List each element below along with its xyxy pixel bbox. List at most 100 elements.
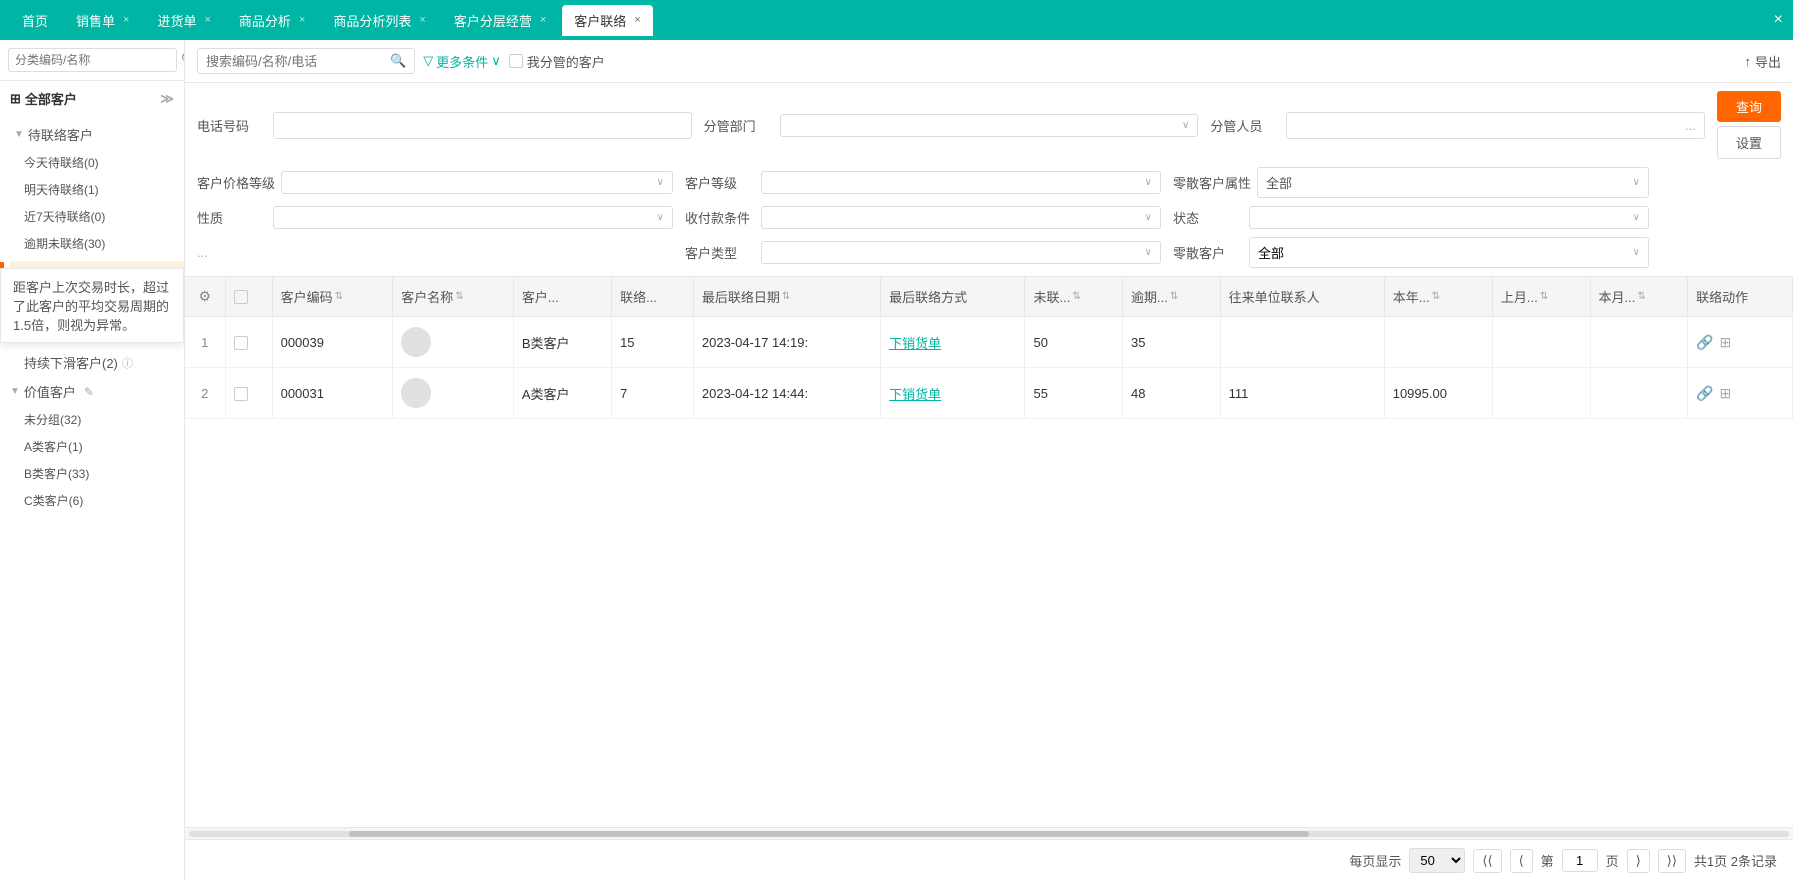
sidebar-item-declining[interactable]: 持续下滑客户(2) ⓘ — [0, 348, 184, 377]
sort-icon[interactable]: ⇅ — [335, 291, 343, 302]
page-size-select[interactable]: 50 100 200 — [1409, 848, 1465, 873]
col-this-year: 本年... ⇅ — [1384, 277, 1492, 317]
customer-level-select[interactable]: ∨ — [761, 171, 1161, 194]
filter-phone: 电话号码 — [197, 112, 692, 139]
sidebar-item-overdue[interactable]: 逾期未联络(30) — [0, 230, 184, 257]
checkbox-icon[interactable] — [509, 54, 523, 68]
page-input[interactable] — [1562, 849, 1598, 872]
close-icon[interactable]: × — [634, 14, 640, 26]
scatter-customer-select[interactable]: 全部 ∨ — [1249, 237, 1649, 268]
query-btn[interactable]: 查询 — [1717, 91, 1781, 122]
select-all-checkbox[interactable] — [234, 290, 248, 304]
first-page-btn[interactable]: ⟨⟨ — [1473, 849, 1501, 873]
sidebar-item-ungrouped[interactable]: 未分组(32) — [0, 406, 184, 433]
sidebar-item-today[interactable]: 今天待联络(0) — [0, 149, 184, 176]
customer-type-select[interactable]: ∨ — [761, 241, 1161, 264]
settings-btn[interactable]: 设置 — [1717, 126, 1781, 159]
price-level-select[interactable]: ∨ — [281, 171, 673, 194]
close-icon[interactable]: × — [540, 14, 546, 26]
sort-icon[interactable]: ⇅ — [1637, 291, 1645, 302]
manager-select[interactable]: ... — [1286, 112, 1705, 139]
grid-action-icon[interactable]: ⊞ — [1720, 334, 1732, 351]
row-checkbox-input[interactable] — [234, 336, 248, 350]
table-row: 2 000031 A类客户 7 2023-04-12 14:44: 下销货单 5… — [185, 368, 1793, 419]
pending-contact-title[interactable]: ▼ 待联络客户 — [0, 120, 184, 149]
col-last-contact-method: 最后联络方式 — [881, 277, 1025, 317]
row-unit-contact — [1220, 317, 1384, 368]
col-overdue: 逾期... ⇅ — [1123, 277, 1221, 317]
col-customer-code: 客户编码 ⇅ — [272, 277, 393, 317]
sort-icon[interactable]: ⇅ — [455, 291, 463, 302]
last-page-btn[interactable]: ⟩⟩ — [1658, 849, 1686, 873]
tab-sales[interactable]: 销售单 × — [64, 5, 141, 36]
sidebar-item-class-a[interactable]: A类客户(1) — [0, 433, 184, 460]
sidebar-item-class-b[interactable]: B类客户(33) — [0, 460, 184, 487]
row-this-month — [1590, 317, 1688, 368]
top-nav: 首页 销售单 × 进货单 × 商品分析 × 商品分析列表 × 客户分层经营 × … — [0, 0, 1793, 40]
chevron-down-icon: ∨ — [1182, 120, 1189, 131]
scatter-attr-select[interactable]: 全部 ∨ — [1257, 167, 1649, 198]
horizontal-scrollbar[interactable] — [185, 827, 1793, 839]
chevron-down-icon: ∨ — [1145, 247, 1152, 258]
filter-manager: 分管人员 ... — [1210, 112, 1705, 139]
next-page-btn[interactable]: ⟩ — [1627, 849, 1650, 873]
sidebar-item-class-c[interactable]: C类客户(6) — [0, 487, 184, 514]
sort-icon[interactable]: ⇅ — [1072, 291, 1080, 302]
tab-purchase[interactable]: 进货单 × — [145, 5, 222, 36]
row-overdue: 48 — [1123, 368, 1221, 419]
sidebar-search-icon[interactable]: 🔍 — [181, 52, 185, 68]
row-last-contact-method[interactable]: 下销货单 — [881, 368, 1025, 419]
phone-input[interactable] — [273, 112, 692, 139]
export-btn[interactable]: ↑ 导出 — [1744, 52, 1781, 71]
chevron-down-icon: ∨ — [491, 53, 501, 69]
settings-gear-icon[interactable]: ⚙ — [198, 288, 211, 304]
tab-product-analysis[interactable]: 商品分析 × — [227, 5, 317, 36]
search-input[interactable] — [206, 54, 386, 69]
row-last-contact-date: 2023-04-17 14:19: — [693, 317, 880, 368]
edit-icon[interactable]: ✎ — [84, 385, 94, 399]
search-icon[interactable]: 🔍 — [390, 53, 406, 69]
sort-icon[interactable]: ⇅ — [782, 291, 790, 302]
row-this-month — [1590, 368, 1688, 419]
sidebar-item-tomorrow[interactable]: 明天待联络(1) — [0, 176, 184, 203]
link-action-icon[interactable]: 🔗 — [1696, 334, 1713, 351]
more-conditions-btn[interactable]: ▽ 更多条件 ∨ — [423, 52, 501, 71]
close-icon[interactable]: × — [204, 14, 210, 26]
close-icon[interactable]: × — [299, 14, 305, 26]
more-dots[interactable]: ... — [197, 245, 208, 260]
sidebar-collapse-btn[interactable]: ≫ — [160, 91, 174, 107]
close-all-tabs[interactable]: × — [1774, 11, 1783, 29]
prev-page-btn[interactable]: ⟨ — [1510, 849, 1533, 873]
close-icon[interactable]: × — [123, 14, 129, 26]
col-contact-action: 联络动作 — [1688, 277, 1793, 317]
all-customers-header: ⊞ 全部客户 ≫ — [0, 81, 184, 116]
action-buttons: 🔗 ⊞ — [1696, 334, 1784, 351]
payment-select[interactable]: ∨ — [761, 206, 1161, 229]
link-action-icon[interactable]: 🔗 — [1696, 385, 1713, 402]
main-layout: 🔍 ⊞ 全部客户 ≫ ▼ 待联络客户 今天待联络(0) 明天待联络(1) 近7天… — [0, 40, 1793, 881]
nature-select[interactable]: ∨ — [273, 206, 673, 229]
close-icon[interactable]: × — [419, 14, 425, 26]
tooltip-box: 距客户上次交易时长，超过了此客户的平均交易周期的1.5倍，则视为异常。 — [0, 268, 184, 343]
sort-icon[interactable]: ⇅ — [1432, 291, 1440, 302]
my-customers-checkbox[interactable]: 我分管的客户 — [509, 52, 605, 71]
row-checkbox-input[interactable] — [234, 387, 248, 401]
row-contact: 15 — [612, 317, 694, 368]
sort-icon[interactable]: ⇅ — [1540, 291, 1548, 302]
tab-product-analysis-list[interactable]: 商品分析列表 × — [321, 5, 437, 36]
dept-select[interactable]: ∨ — [780, 114, 1199, 137]
status-select[interactable]: ∨ — [1249, 206, 1649, 229]
sidebar-search-input[interactable] — [8, 48, 177, 72]
row-last-contact-method[interactable]: 下销货单 — [881, 317, 1025, 368]
content-area: 🔍 ▽ 更多条件 ∨ 我分管的客户 ↑ 导出 电话号码 — [185, 40, 1793, 881]
value-customer-group[interactable]: ▼ 价值客户 ✎ — [0, 377, 184, 406]
scroll-thumb[interactable] — [349, 831, 1309, 837]
pending-contact-group: ▼ 待联络客户 今天待联络(0) 明天待联络(1) 近7天待联络(0) 逾期未联… — [0, 116, 184, 261]
grid-action-icon[interactable]: ⊞ — [1720, 385, 1732, 402]
row-this-year: 10995.00 — [1384, 368, 1492, 419]
tab-customer-segmentation[interactable]: 客户分层经营 × — [442, 5, 558, 36]
sort-icon[interactable]: ⇅ — [1170, 291, 1178, 302]
sidebar-item-7days[interactable]: 近7天待联络(0) — [0, 203, 184, 230]
tab-customer-contact[interactable]: 客户联络 × — [562, 5, 652, 36]
tab-home[interactable]: 首页 — [10, 5, 60, 36]
